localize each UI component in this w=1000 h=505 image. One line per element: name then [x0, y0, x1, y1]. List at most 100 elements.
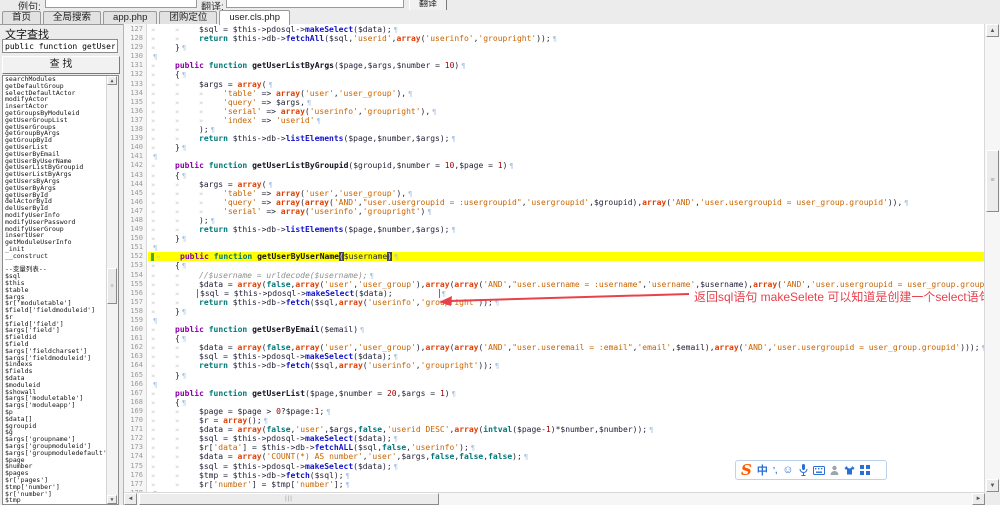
indent-guide-icon: » — [175, 271, 180, 280]
scroll-down-icon[interactable]: ▼ — [107, 495, 117, 504]
ime-toolbar[interactable]: S 中 ’, ☺ — [735, 460, 887, 480]
symbol-list-scroll-thumb[interactable]: ≡ — [107, 268, 117, 304]
scroll-down-icon[interactable]: ▼ — [986, 479, 999, 492]
scrollbar-corner — [985, 492, 1000, 505]
line-end-mark-icon: ¶ — [268, 80, 273, 89]
code-line: 142 » public function getUserListByGroupid… — [124, 161, 985, 170]
skin-icon[interactable] — [844, 465, 855, 475]
vertical-scroll-thumb[interactable]: ≡ — [986, 150, 999, 212]
annotation-text: 返回sql语句 makeSelete 可以知道是创建一个select语句 — [694, 290, 991, 304]
line-number: 145 — [130, 188, 143, 197]
line-number: 129 — [130, 43, 143, 52]
tab-app-php[interactable]: app.php — [103, 11, 158, 24]
line-end-mark-icon: ¶ — [552, 35, 557, 44]
indent-guide-icon: » — [175, 116, 180, 125]
indent-guide-icon: » — [175, 471, 180, 480]
tab--[interactable]: 团购定位 — [159, 11, 218, 24]
tab-user-cls-php[interactable]: user.cls.php — [219, 10, 291, 25]
code-line-body: ¶ — [148, 52, 985, 61]
line-end-mark-icon: ¶ — [210, 126, 215, 135]
indent-guide-icon: » — [151, 362, 156, 371]
line-end-mark-icon: ¶ — [509, 162, 514, 171]
chinese-mode-icon[interactable]: 中 — [757, 462, 768, 478]
code-line-body: » public function getUserList($page,$numb… — [151, 388, 456, 398]
punctuation-icon[interactable]: ’, — [773, 466, 777, 475]
line-end-mark-icon: ¶ — [181, 71, 187, 80]
scroll-up-icon[interactable]: ▲ — [107, 76, 117, 85]
editor-horizontal-scrollbar[interactable]: ◄ ||| ► — [124, 492, 985, 505]
indent-guide-icon: » — [175, 126, 180, 135]
indent-guide-icon: » — [199, 98, 204, 107]
translate-label: 翻译: — [201, 2, 224, 10]
symbol-list-item[interactable]: __construct — [3, 252, 118, 260]
code-line: 160 » public function getUserByEmail($emai… — [124, 325, 985, 334]
code-line: 127»» $sql = $this->pdosql->makeSelect($d… — [124, 25, 985, 34]
code-line-body: »» $data = array(false,array('user','user… — [148, 343, 985, 352]
indent-guide-icon: » — [151, 44, 156, 53]
line-number: 130 — [130, 52, 143, 61]
symbol-list-item[interactable]: $groupid — [3, 422, 118, 430]
text-search-input[interactable] — [2, 39, 118, 53]
symbol-list[interactable]: searchModules getDefaultGroup selectDefaul… — [2, 75, 119, 505]
code-editor[interactable]: 127»» $sql = $this->pdosql->makeSelect($d… — [123, 24, 1000, 505]
code-line-body: »»»'query' => $args, ¶ — [151, 97, 312, 107]
code-line: 147»»»'serial' => array('userinfo','grou… — [124, 207, 985, 216]
translate-input[interactable] — [226, 0, 404, 8]
line-end-mark-icon: ¶ — [306, 98, 312, 107]
code-line: 161 »{¶ — [124, 334, 985, 343]
horizontal-scroll-thumb[interactable]: ||| — [139, 493, 439, 505]
indent-guide-icon: » — [175, 226, 180, 235]
indent-guide-icon: » — [175, 353, 180, 362]
tab--[interactable]: 全局搜索 — [43, 11, 102, 24]
scroll-right-icon[interactable]: ► — [972, 493, 985, 505]
scroll-up-icon[interactable]: ▲ — [986, 24, 999, 37]
keyboard-icon[interactable] — [812, 465, 825, 475]
indent-guide-icon: » — [199, 198, 204, 207]
line-number: 174 — [130, 452, 143, 461]
line-end-mark-icon: ¶ — [523, 453, 529, 462]
indent-guide-icon: » — [151, 171, 156, 180]
indent-guide-icon: » — [175, 216, 180, 225]
microphone-icon[interactable] — [799, 464, 808, 476]
indent-guide-icon: » — [151, 189, 156, 198]
line-end-mark-icon: ¶ — [181, 398, 187, 407]
toolbox-grid-icon[interactable] — [859, 465, 870, 475]
indent-guide-icon: » — [175, 417, 180, 426]
sogou-logo-icon[interactable]: S — [741, 461, 752, 479]
line-end-mark-icon: ¶ — [326, 407, 331, 416]
line-end-mark-icon: ¶ — [181, 44, 187, 53]
code-line-body: »} ¶ — [151, 143, 187, 153]
scroll-left-icon[interactable]: ◄ — [124, 493, 137, 505]
emoji-icon[interactable]: ☺ — [782, 464, 793, 476]
indent-guide-icon: » — [151, 289, 156, 298]
indent-guide-icon: » — [151, 271, 156, 280]
code-line: 139»» return $this->db->listElements($pag… — [124, 134, 985, 143]
search-button[interactable]: 查 找 — [2, 56, 120, 74]
code-line-body: »} ¶ — [151, 43, 187, 53]
red-annotation-box: $sql = $this->pdosql->makeSelect($data); — [197, 288, 440, 298]
indent-guide-icon: » — [175, 180, 180, 189]
code-line: 140 »} ¶ — [124, 143, 985, 152]
code-line: 168 »{¶ — [124, 398, 985, 407]
code-line-body: »»»'query' => array(array('AND',"user.us… — [151, 197, 909, 207]
line-number: 133 — [130, 79, 143, 88]
example-input[interactable] — [45, 0, 197, 8]
line-number: 137 — [130, 115, 143, 124]
translate-button[interactable]: 翻译 — [409, 0, 447, 10]
tab--[interactable]: 首页 — [2, 11, 42, 24]
line-number: 159 — [130, 316, 143, 324]
code-line: 159 ¶ — [124, 316, 985, 325]
indent-guide-icon: » — [151, 326, 156, 335]
symbol-list-item[interactable]: $args['moduleapp'] — [3, 402, 118, 409]
account-icon[interactable] — [830, 465, 839, 475]
editor-vertical-scrollbar[interactable]: ▲ ≡ ▼ — [984, 24, 1000, 492]
indent-guide-icon: » — [151, 71, 156, 80]
symbol-list-item[interactable]: $tmp — [3, 497, 118, 504]
code-line: 133»» $args = array(¶ — [124, 80, 985, 89]
line-number: 157 — [130, 297, 143, 306]
line-number: 131 — [130, 61, 143, 70]
line-number: 162 — [130, 343, 143, 352]
symbol-list-item[interactable]: $field['fieldmoduleid'] — [3, 307, 118, 314]
symbol-list-scrollbar[interactable]: ▲ ≡ ▼ — [106, 76, 118, 504]
code-line-body: »» $sql = $this->pdosql->makeSelect($data… — [151, 434, 398, 444]
